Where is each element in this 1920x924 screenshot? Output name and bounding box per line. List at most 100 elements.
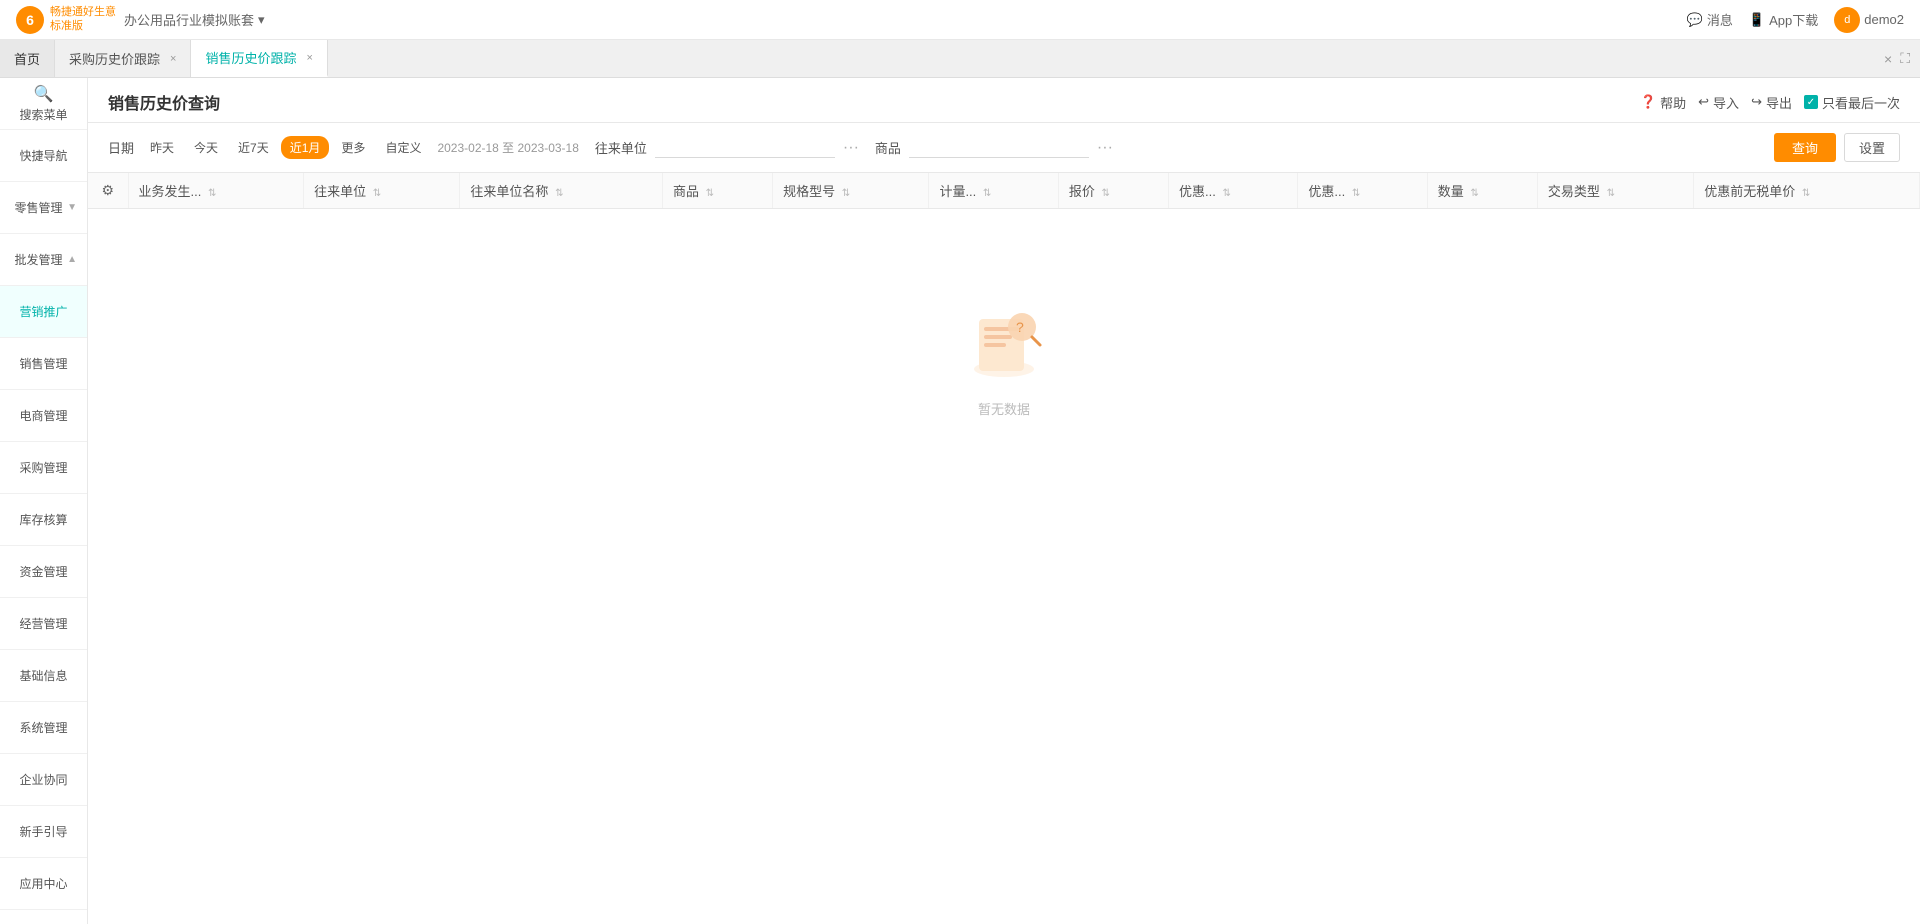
product-dots[interactable]: ···	[1097, 139, 1113, 157]
only-last-wrap[interactable]: ✓ 只看最后一次	[1804, 93, 1900, 112]
tab-bar: 首页 采购历史价跟踪 × 销售历史价跟踪 × × ⛶	[0, 40, 1920, 78]
top-bar-left: 6 畅捷通好生意 标准版 办公用品行业模拟账套 ▾	[16, 6, 265, 34]
partner-dots[interactable]: ···	[843, 139, 859, 157]
sidebar-item-shortcut[interactable]: 快捷导航	[0, 130, 87, 182]
tab-sales-close[interactable]: ×	[306, 52, 312, 64]
sort-icon-spec: ⇅	[842, 188, 850, 199]
col-trade-type[interactable]: 交易类型 ⇅	[1537, 173, 1693, 209]
table-container[interactable]: ⚙ 业务发生... ⇅ 往来单位 ⇅ 往来单位名称 ⇅	[88, 173, 1920, 924]
sort-icon-discount1: ⇅	[1222, 188, 1230, 199]
avatar: d	[1834, 7, 1860, 33]
col-unit[interactable]: 计量... ⇅	[929, 173, 1058, 209]
sidebar-item-operation[interactable]: 经营管理	[0, 598, 87, 650]
sidebar-item-purchase-mgr[interactable]: 采购管理	[0, 442, 87, 494]
gear-icon[interactable]: ⚙	[101, 182, 114, 198]
sidebar-item-appstore[interactable]: 应用中心	[0, 858, 87, 910]
date-btn-custom[interactable]: 自定义	[377, 136, 429, 159]
top-bar-right: 💬 消息 📱 App下载 d demo2	[1687, 7, 1904, 33]
filter-bar: 日期 昨天 今天 近7天 近1月 更多 自定义 2023-02-18 至 202…	[88, 123, 1920, 173]
sidebar-item-marketing[interactable]: 营销推广	[0, 286, 87, 338]
sort-icon-discount2: ⇅	[1352, 188, 1360, 199]
sidebar-label-inventory: 库存核算	[19, 511, 67, 528]
message-button[interactable]: 💬 消息	[1687, 10, 1733, 29]
col-biz-date[interactable]: 业务发生... ⇅	[128, 173, 304, 209]
sidebar-item-system[interactable]: 系统管理	[0, 702, 87, 754]
sort-icon-unit: ⇅	[983, 188, 991, 199]
tab-sales-label: 销售历史价跟踪	[205, 48, 296, 67]
date-btn-7days[interactable]: 近7天	[230, 136, 277, 159]
date-btn-more[interactable]: 更多	[333, 136, 373, 159]
partner-input[interactable]	[655, 138, 835, 158]
sidebar-label-enterprise: 企业协同	[19, 771, 67, 788]
date-btn-yesterday[interactable]: 昨天	[142, 136, 182, 159]
product-input[interactable]	[909, 138, 1089, 158]
sidebar-label-ecommerce: 电商管理	[19, 407, 67, 424]
sidebar-item-retail[interactable]: 零售管理 ▼	[0, 182, 87, 234]
col-discount2[interactable]: 优惠... ⇅	[1298, 173, 1427, 209]
data-table: ⚙ 业务发生... ⇅ 往来单位 ⇅ 往来单位名称 ⇅	[88, 173, 1920, 209]
empty-illustration: ?	[954, 289, 1054, 389]
filter-right-buttons: 查询 设置	[1774, 133, 1900, 162]
sidebar-label-appstore: 应用中心	[19, 875, 67, 892]
download-icon: 📱	[1749, 12, 1765, 28]
date-label: 日期	[108, 138, 134, 157]
sidebar-label-retail: 零售管理	[10, 199, 67, 216]
export-button[interactable]: ↪ 导出	[1751, 93, 1792, 112]
sidebar-item-finance[interactable]: 资金管理	[0, 546, 87, 598]
table-header-row: ⚙ 业务发生... ⇅ 往来单位 ⇅ 往来单位名称 ⇅	[88, 173, 1920, 209]
help-button[interactable]: ❓ 帮助	[1640, 93, 1686, 112]
window-close-button[interactable]: ×	[1884, 51, 1892, 67]
sort-icon-pretax-price: ⇅	[1802, 188, 1810, 199]
query-button[interactable]: 查询	[1774, 133, 1836, 162]
sidebar-item-wechat[interactable]: 企业微信	[0, 910, 87, 924]
date-btn-1month[interactable]: 近1月	[281, 136, 330, 159]
partner-filter-group: 往来单位 ···	[595, 138, 859, 158]
sidebar-item-guide[interactable]: 新手引导	[0, 806, 87, 858]
sidebar-label-wholesale: 批发管理	[10, 251, 67, 268]
tab-sales[interactable]: 销售历史价跟踪 ×	[191, 40, 327, 77]
sort-icon-product: ⇅	[706, 188, 714, 199]
sidebar-label-search: 搜索菜单	[19, 106, 67, 123]
tab-purchase-close[interactable]: ×	[170, 53, 176, 65]
sidebar-item-sales-mgr[interactable]: 销售管理	[0, 338, 87, 390]
settings-button[interactable]: 设置	[1844, 133, 1900, 162]
sidebar-item-search[interactable]: 🔍 搜索菜单	[0, 78, 87, 130]
sidebar-item-ecommerce[interactable]: 电商管理	[0, 390, 87, 442]
app-download-button[interactable]: 📱 App下载	[1749, 10, 1818, 29]
date-buttons: 昨天 今天 近7天 近1月 更多 自定义	[142, 136, 429, 159]
col-partner-name[interactable]: 往来单位名称 ⇅	[460, 173, 663, 209]
import-icon: ↩	[1698, 94, 1709, 110]
sidebar-label-sales-mgr: 销售管理	[19, 355, 67, 372]
app-selector[interactable]: 办公用品行业模拟账套 ▾	[124, 10, 265, 29]
search-icon: 🔍	[34, 84, 54, 104]
date-btn-today[interactable]: 今天	[186, 136, 226, 159]
col-product[interactable]: 商品 ⇅	[662, 173, 772, 209]
tab-bar-right: × ⛶	[1874, 40, 1920, 77]
chevron-up-icon-wholesale: ▲	[67, 254, 77, 265]
tab-home[interactable]: 首页	[0, 40, 55, 77]
empty-state: ? 暂无数据	[88, 209, 1920, 498]
col-price[interactable]: 报价 ⇅	[1058, 173, 1168, 209]
col-spec[interactable]: 规格型号 ⇅	[773, 173, 929, 209]
col-pretax-price[interactable]: 优惠前无税单价 ⇅	[1694, 173, 1920, 209]
main-layout: 🔍 搜索菜单 快捷导航 零售管理 ▼ 批发管理 ▲ 营销推广 销售管理 电商管理…	[0, 78, 1920, 924]
col-qty[interactable]: 数量 ⇅	[1427, 173, 1537, 209]
only-last-checkbox[interactable]: ✓	[1804, 95, 1818, 109]
sidebar-item-inventory[interactable]: 库存核算	[0, 494, 87, 546]
sidebar-item-basic[interactable]: 基础信息	[0, 650, 87, 702]
sort-icon-qty: ⇅	[1470, 188, 1478, 199]
logo-icon: 6	[16, 6, 44, 34]
export-icon: ↪	[1751, 94, 1762, 110]
tab-purchase[interactable]: 采购历史价跟踪 ×	[55, 40, 191, 77]
sidebar-item-enterprise[interactable]: 企业协同	[0, 754, 87, 806]
col-gear[interactable]: ⚙	[88, 173, 128, 209]
help-icon: ❓	[1640, 94, 1656, 110]
sidebar-label-operation: 经营管理	[19, 615, 67, 632]
user-area[interactable]: d demo2	[1834, 7, 1904, 33]
col-discount1[interactable]: 优惠... ⇅	[1168, 173, 1297, 209]
import-button[interactable]: ↩ 导入	[1698, 93, 1739, 112]
col-partner-code[interactable]: 往来单位 ⇅	[304, 173, 460, 209]
window-maximize-button[interactable]: ⛶	[1900, 50, 1910, 67]
sidebar-item-wholesale[interactable]: 批发管理 ▲	[0, 234, 87, 286]
sort-icon-trade-type: ⇅	[1607, 188, 1615, 199]
